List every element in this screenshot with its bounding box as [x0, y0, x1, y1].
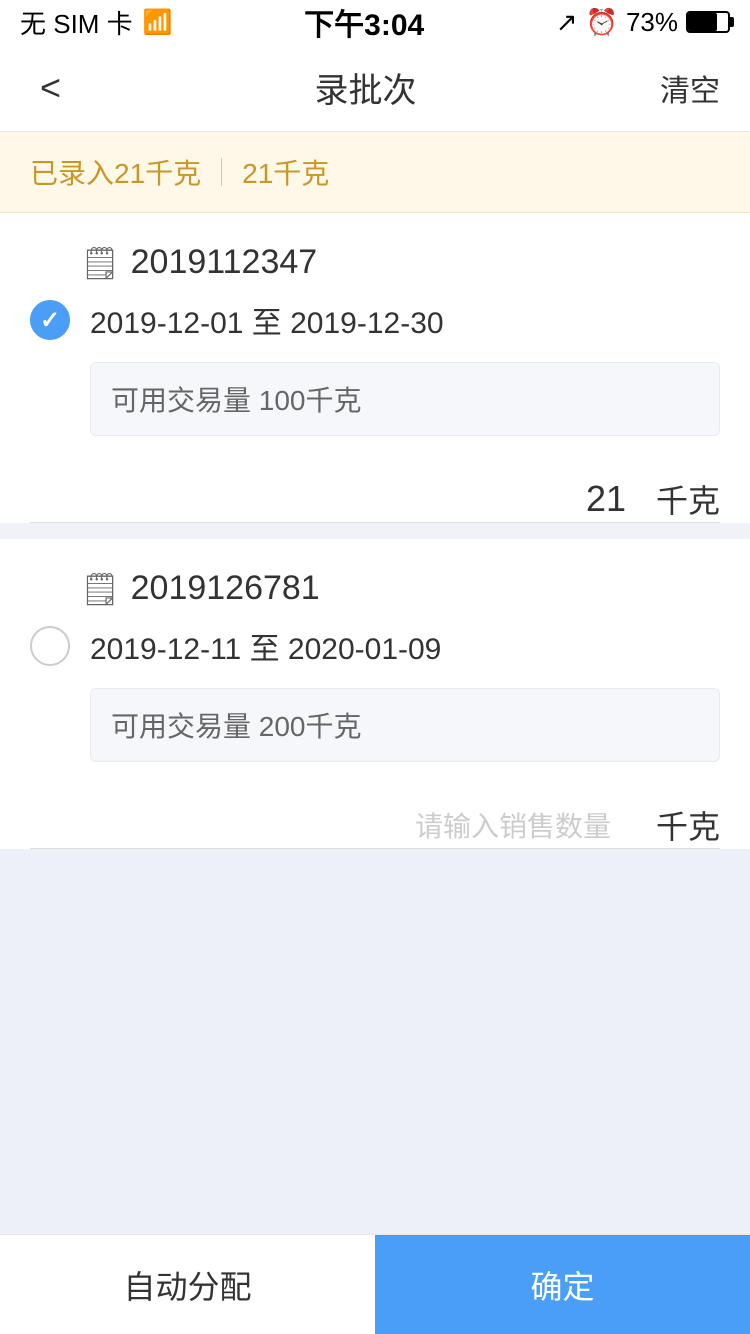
batch-2-radio[interactable] [30, 626, 70, 666]
batch-2-available-text: 可用交易量 200千克 [111, 711, 362, 742]
clear-button[interactable]: 清空 [660, 66, 720, 110]
card-separator-1 [0, 523, 750, 539]
back-button[interactable]: < [30, 57, 71, 119]
batch-1-available-box: 可用交易量 100千克 [90, 362, 720, 436]
summary-banner: 已录入21千克 21千克 [0, 132, 750, 213]
empty-area [0, 849, 750, 1269]
summary-divider [221, 158, 222, 186]
status-left: 无 SIM 卡 📶 [20, 4, 173, 41]
batch-2-header: 🗒 2019126781 [30, 569, 720, 608]
batch-1-date-row: 2019-12-01 至 2019-12-30 [30, 298, 720, 342]
batch-1-qty-unit: 千克 [656, 476, 720, 522]
status-right: ↗ ⏰ 73% [556, 7, 730, 38]
auto-assign-button[interactable]: 自动分配 [0, 1235, 375, 1334]
batch-2-id: 2019126781 [131, 569, 320, 608]
wifi-icon: 📶 [143, 8, 173, 37]
batch-1-qty-value: 21 [30, 478, 626, 520]
batch-1-id: 2019112347 [131, 243, 318, 282]
confirm-button[interactable]: 确定 [375, 1235, 750, 1334]
batch-2-date-row: 2019-12-11 至 2020-01-09 [30, 624, 720, 668]
batch-2-date: 2019-12-11 至 2020-01-09 [90, 624, 441, 668]
page-title: 录批次 [315, 63, 417, 112]
batch-1-available-text: 可用交易量 100千克 [111, 385, 362, 416]
batch-2-qty-unit: 千克 [656, 802, 720, 848]
batch-1-date: 2019-12-01 至 2019-12-30 [90, 298, 444, 342]
batch-card-2: 🗒 2019126781 2019-12-11 至 2020-01-09 可用交… [0, 539, 750, 849]
battery-label: 73% [626, 7, 678, 38]
batch-2-icon: 🗒 [80, 570, 121, 608]
battery-icon [686, 11, 730, 33]
batch-2-qty-row[interactable]: 千克 [0, 782, 750, 848]
batch-1-radio[interactable] [30, 300, 70, 340]
location-icon: ↗ [556, 7, 578, 38]
batch-2-qty-input[interactable] [326, 807, 626, 844]
recorded-label: 已录入21千克 [30, 152, 201, 192]
batch-card-1: 🗒 2019112347 2019-12-01 至 2019-12-30 可用交… [0, 213, 750, 523]
batch-1-header: 🗒 2019112347 [30, 243, 720, 282]
bottom-bar: 自动分配 确定 [0, 1234, 750, 1334]
batch-2-available-box: 可用交易量 200千克 [90, 688, 720, 762]
summary-amount: 21千克 [242, 152, 329, 192]
batch-1-qty-row: 21 千克 [0, 456, 750, 522]
status-bar: 无 SIM 卡 📶 下午3:04 ↗ ⏰ 73% [0, 0, 750, 44]
carrier-label: 无 SIM 卡 [20, 4, 133, 41]
alarm-icon: ⏰ [586, 7, 618, 38]
batch-1-icon: 🗒 [80, 244, 121, 282]
nav-bar: < 录批次 清空 [0, 44, 750, 132]
status-time: 下午3:04 [304, 0, 424, 44]
